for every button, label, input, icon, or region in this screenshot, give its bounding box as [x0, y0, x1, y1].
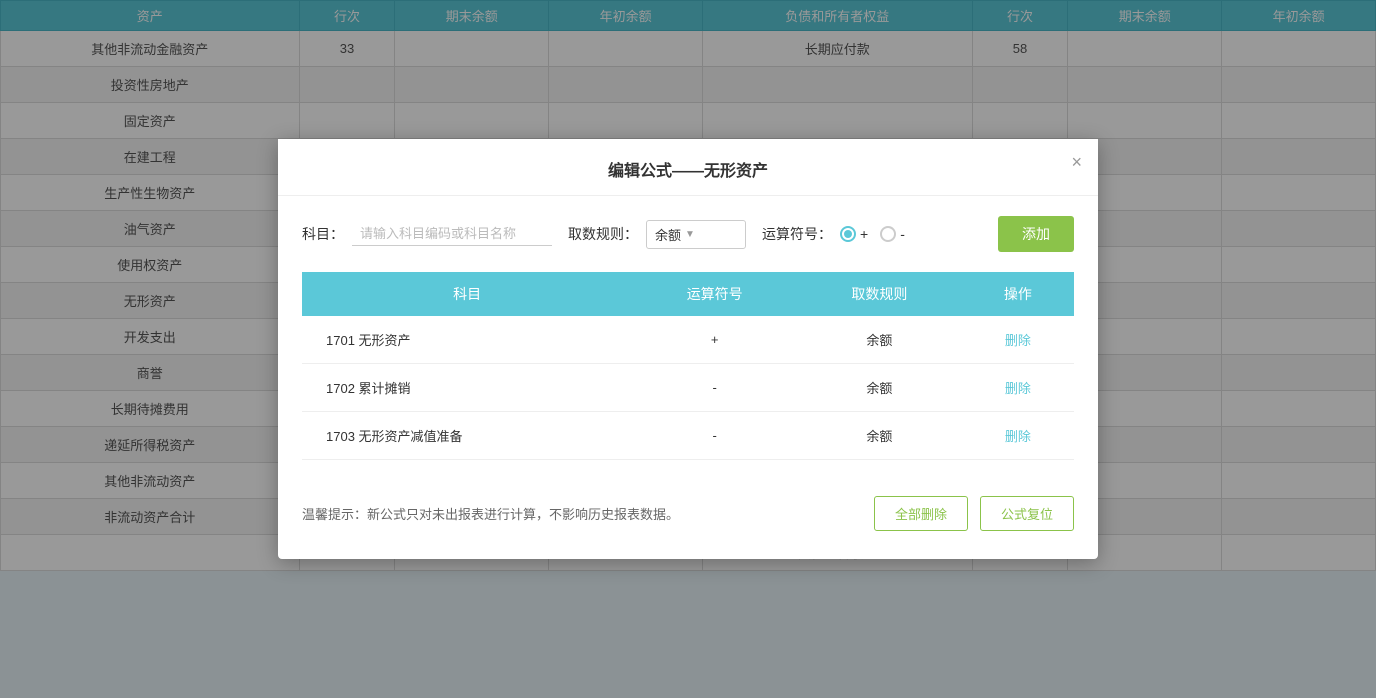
- modal-close-button[interactable]: ×: [1071, 153, 1082, 171]
- modal-body: 科目： 取数规则： 余额 ▼ 运算符号： +: [278, 196, 1098, 480]
- edit-formula-modal: 编辑公式——无形资产 × 科目： 取数规则： 余额 ▼ 运算: [278, 139, 1098, 559]
- formula-operator-cell: -: [632, 364, 797, 412]
- radio-minus-icon: [880, 226, 896, 242]
- col-header-subject: 科目: [302, 272, 632, 316]
- formula-action-cell: 删除: [962, 412, 1074, 460]
- formula-operator-cell: -: [632, 412, 797, 460]
- subject-group: 科目：: [302, 222, 552, 246]
- form-row: 科目： 取数规则： 余额 ▼ 运算符号： +: [302, 216, 1074, 252]
- rule-group: 取数规则： 余额 ▼: [568, 220, 746, 249]
- operator-radio-group: + -: [840, 226, 905, 242]
- operator-label: 运算符号：: [762, 224, 832, 244]
- delete-all-button[interactable]: 全部删除: [874, 496, 968, 531]
- subject-input[interactable]: [352, 222, 552, 246]
- formula-table-row: 1703 无形资产减值准备-余额 删除: [302, 412, 1074, 460]
- footer-tip: 温馨提示：新公式只对未出报表进行计算，不影响历史报表数据。: [302, 504, 679, 523]
- col-header-action: 操作: [962, 272, 1074, 316]
- formula-operator-cell: +: [632, 316, 797, 364]
- formula-rule-cell: 余额: [797, 364, 962, 412]
- footer-actions: 全部删除 公式复位: [874, 496, 1074, 531]
- delete-row-1-button[interactable]: 删除: [1005, 381, 1031, 396]
- delete-row-0-button[interactable]: 删除: [1005, 333, 1031, 348]
- rule-select-value: 余额: [655, 225, 681, 244]
- formula-rule-cell: 余额: [797, 316, 962, 364]
- add-button[interactable]: 添加: [998, 216, 1074, 252]
- rule-label: 取数规则：: [568, 224, 638, 244]
- formula-rule-cell: 余额: [797, 412, 962, 460]
- col-header-rule: 取数规则: [797, 272, 962, 316]
- modal-header: 编辑公式——无形资产 ×: [278, 139, 1098, 196]
- modal-title: 编辑公式——无形资产: [608, 163, 768, 180]
- radio-plus-icon: [840, 226, 856, 242]
- delete-row-2-button[interactable]: 删除: [1005, 429, 1031, 444]
- formula-table: 科目 运算符号 取数规则 操作 1701 无形资产+余额删除1702 累计摊销-…: [302, 272, 1074, 460]
- operator-minus-radio[interactable]: -: [880, 226, 905, 242]
- formula-table-row: 1701 无形资产+余额 删除: [302, 316, 1074, 364]
- formula-subject-cell: 1703 无形资产减值准备: [302, 412, 632, 460]
- modal-overlay: 编辑公式——无形资产 × 科目： 取数规则： 余额 ▼ 运算: [0, 0, 1376, 698]
- subject-label: 科目：: [302, 224, 344, 244]
- formula-action-cell: 删除: [962, 316, 1074, 364]
- operator-plus-label: +: [860, 226, 868, 242]
- formula-subject-cell: 1701 无形资产: [302, 316, 632, 364]
- chevron-down-icon: ▼: [685, 229, 695, 240]
- operator-minus-label: -: [900, 226, 905, 242]
- operator-plus-radio[interactable]: +: [840, 226, 868, 242]
- formula-subject-cell: 1702 累计摊销: [302, 364, 632, 412]
- modal-footer: 温馨提示：新公式只对未出报表进行计算，不影响历史报表数据。 全部删除 公式复位: [278, 480, 1098, 551]
- rule-select[interactable]: 余额 ▼: [646, 220, 746, 249]
- formula-table-row: 1702 累计摊销-余额 删除: [302, 364, 1074, 412]
- operator-group: 运算符号： + -: [762, 224, 905, 244]
- reset-formula-button[interactable]: 公式复位: [980, 496, 1074, 531]
- col-header-operator: 运算符号: [632, 272, 797, 316]
- formula-action-cell: 删除: [962, 364, 1074, 412]
